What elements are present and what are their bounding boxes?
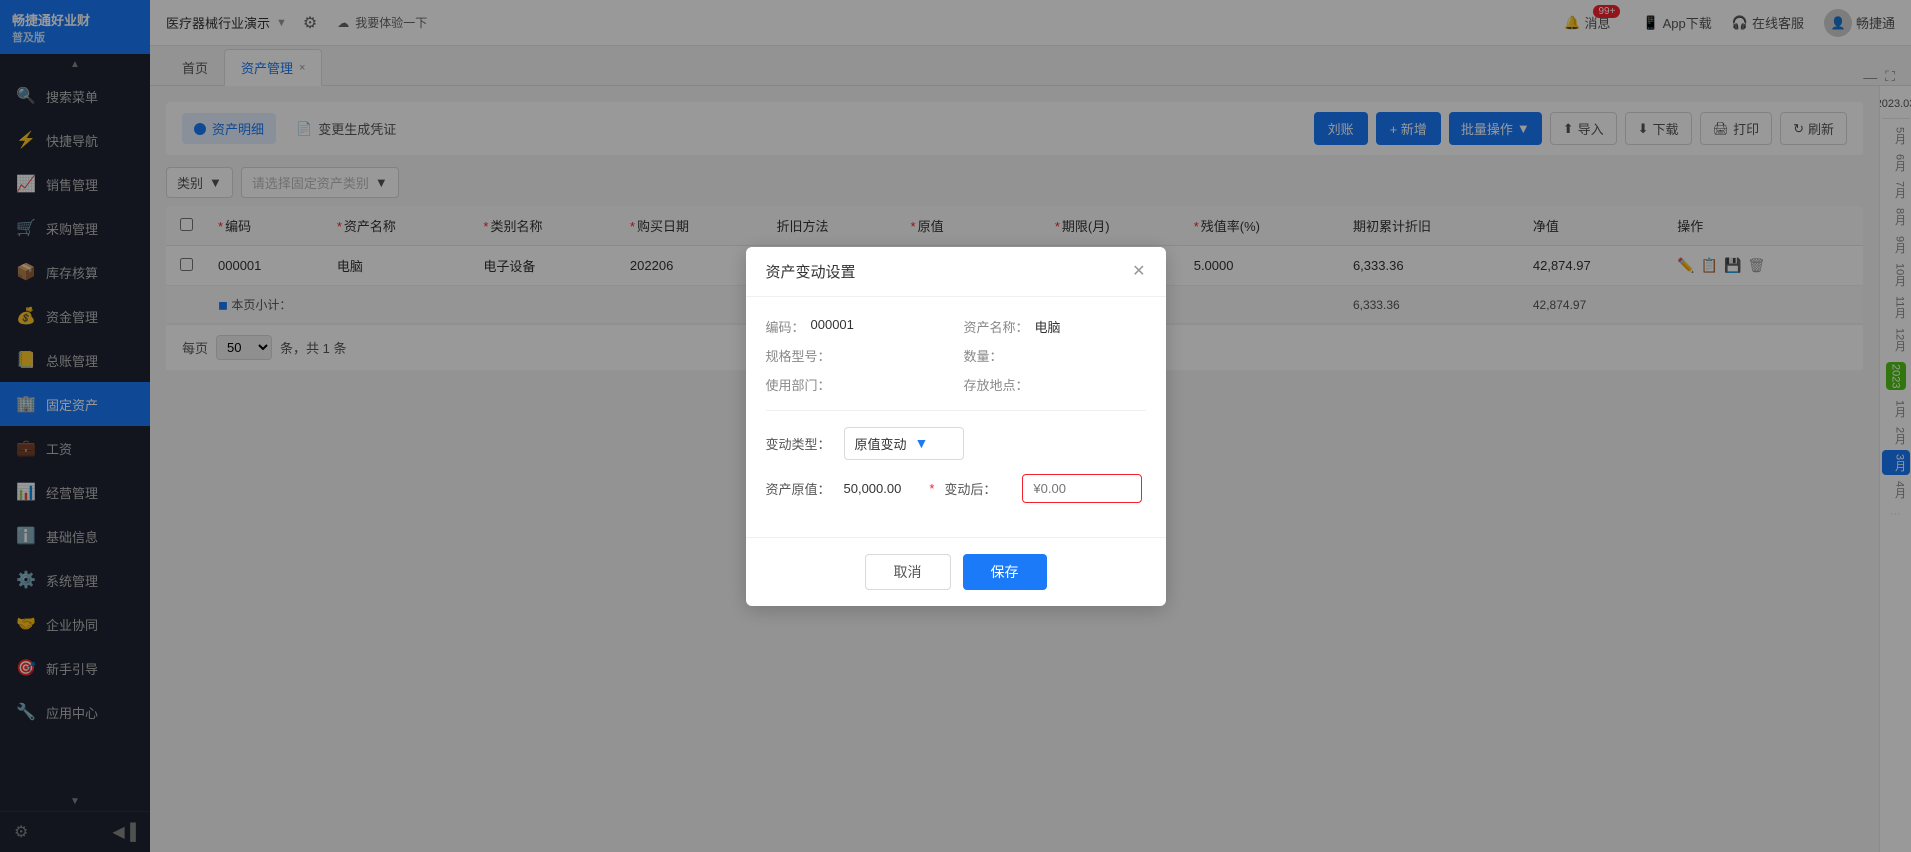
modal-info-dept: 使用部门： [766, 375, 948, 394]
modal-info-grid: 编码： 000001 资产名称： 电脑 规格型号： 数量： 使用部门： [766, 317, 1146, 411]
modal-overlay: 资产变动设置 ✕ 编码： 000001 资产名称： 电脑 规格型号： 数 [0, 0, 1911, 852]
modal-footer: 取消 保存 [746, 537, 1166, 606]
cancel-button[interactable]: 取消 [865, 554, 951, 590]
modal-info-code: 编码： 000001 [766, 317, 948, 336]
change-type-row: 变动类型： 原值变动 ▼ [766, 427, 1146, 460]
save-button[interactable]: 保存 [963, 554, 1047, 590]
modal-info-name: 资产名称： 电脑 [964, 317, 1146, 336]
modal-info-spec: 规格型号： [766, 346, 948, 365]
modal-title: 资产变动设置 [766, 261, 856, 282]
modal-header: 资产变动设置 ✕ [746, 247, 1166, 297]
change-type-chevron-icon: ▼ [915, 435, 929, 451]
modal-info-location: 存放地点： [964, 375, 1146, 394]
change-type-select[interactable]: 原值变动 ▼ [844, 427, 964, 460]
required-mark: * [929, 481, 934, 496]
modal-info-quantity: 数量： [964, 346, 1146, 365]
modal-close-btn[interactable]: ✕ [1132, 261, 1145, 281]
change-type-control: 原值变动 ▼ [844, 427, 1146, 460]
asset-change-modal: 资产变动设置 ✕ 编码： 000001 资产名称： 电脑 规格型号： 数 [746, 247, 1166, 606]
value-change-row: 资产原值： 50,000.00 * 变动后： [766, 474, 1146, 503]
original-value-display: 50,000.00 [844, 481, 902, 496]
after-change-input[interactable] [1022, 474, 1142, 503]
modal-body: 编码： 000001 资产名称： 电脑 规格型号： 数量： 使用部门： [746, 297, 1166, 537]
